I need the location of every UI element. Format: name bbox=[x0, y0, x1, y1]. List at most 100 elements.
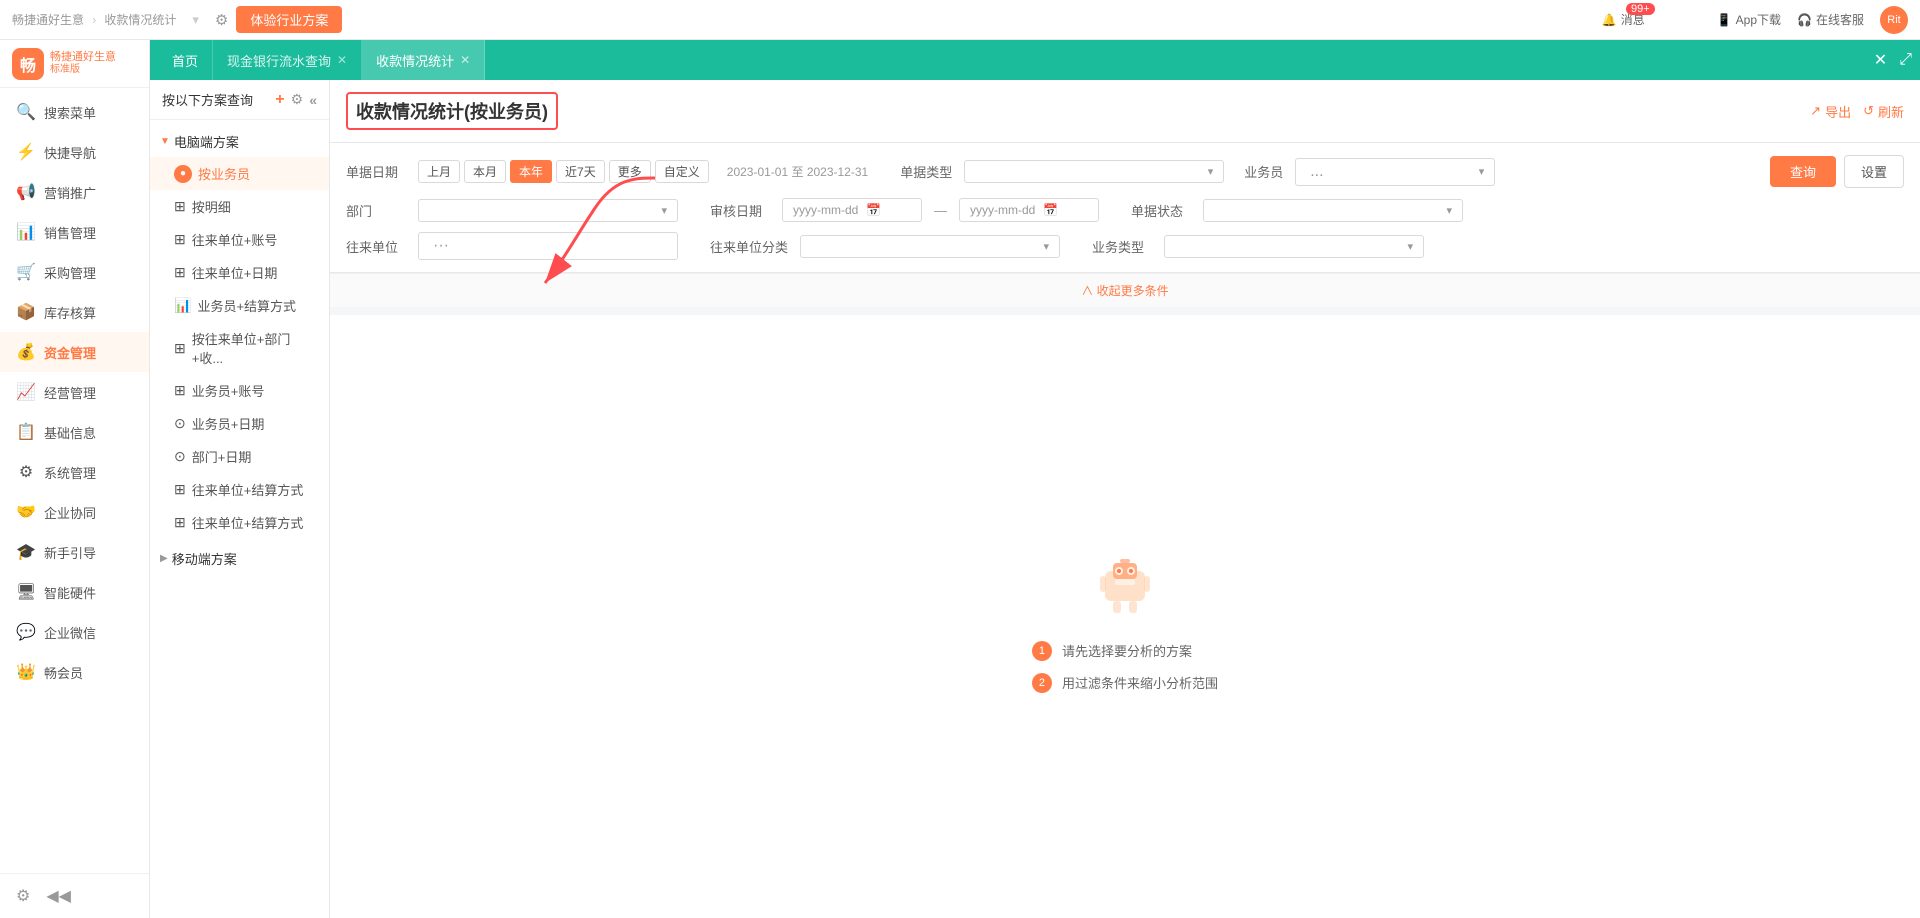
sidebar-logo: 畅 畅捷通好生意 标准版 bbox=[0, 40, 149, 88]
filter-row-3: 往来单位 ··· 往来单位分类 ▾ 业务类型 ▾ bbox=[346, 232, 1904, 260]
app-download[interactable]: 📱 App下载 bbox=[1717, 11, 1781, 28]
related-unit-label: 往来单位 bbox=[346, 237, 406, 256]
date-btn-more[interactable]: 更多 bbox=[609, 160, 651, 183]
scheme-collapse-btn[interactable]: « bbox=[309, 92, 317, 108]
tab-expand-icon[interactable]: ⤢ bbox=[1899, 51, 1912, 69]
breadcrumb-arrow[interactable]: ▾ bbox=[192, 12, 199, 28]
sidebar-item-wechat[interactable]: 💬 企业微信 bbox=[0, 612, 149, 652]
sidebar-item-purchase[interactable]: 🛒 采购管理 bbox=[0, 252, 149, 292]
date-btn-this-year[interactable]: 本年 bbox=[510, 160, 552, 183]
review-date-start-input[interactable]: yyyy-mm-dd 📅 bbox=[782, 198, 922, 222]
sidebar-item-system[interactable]: ⚙ 系统管理 bbox=[0, 452, 149, 492]
tree-item-unit-dept-income[interactable]: ⊞ 按往来单位+部门+收... bbox=[150, 322, 329, 374]
notification-area[interactable]: 🔔 消息 99+ bbox=[1602, 11, 1645, 28]
header-gear-icon[interactable]: ⚙ bbox=[215, 11, 228, 29]
query-button[interactable]: 查询 bbox=[1770, 156, 1836, 187]
trial-button[interactable]: 体验行业方案 bbox=[236, 6, 342, 33]
sales-icon: 📊 bbox=[16, 222, 36, 242]
page-title: 收款情况统计(按业务员) bbox=[356, 98, 548, 124]
doc-type-select[interactable]: ▾ bbox=[964, 160, 1224, 183]
salesman-dots[interactable]: ... bbox=[1306, 163, 1327, 181]
finance-icon: 💰 bbox=[16, 342, 36, 362]
page-main-wrapper: 收款情况统计(按业务员) ↗ 导出 ↺ 刷新 bbox=[330, 80, 1920, 918]
date-btn-last7[interactable]: 近7天 bbox=[556, 160, 605, 183]
sidebar-item-smart-hw[interactable]: 🖥 智能硬件 bbox=[0, 572, 149, 612]
tree-item-dept-date[interactable]: ⊙ 部门+日期 bbox=[150, 440, 329, 473]
collapse-more-btn[interactable]: ∧ 收起更多条件 bbox=[330, 273, 1920, 307]
sidebar-item-search[interactable]: 🔍 搜索菜单 bbox=[0, 92, 149, 132]
unit-category-chevron: ▾ bbox=[1043, 240, 1049, 253]
tree-item-by-detail[interactable]: ⊞ 按明细 bbox=[150, 190, 329, 223]
quick-nav-icon: ⚡ bbox=[16, 142, 36, 162]
dept-date-icon: ⊙ bbox=[174, 448, 186, 465]
sidebar-item-marketing[interactable]: 📢 营销推广 bbox=[0, 172, 149, 212]
sidebar-item-sales[interactable]: 📊 销售管理 bbox=[0, 212, 149, 252]
business-type-select[interactable]: ▾ bbox=[1164, 235, 1424, 258]
tree-item-supplier-account[interactable]: ⊞ 往来单位+账号 bbox=[150, 223, 329, 256]
collapse-label: ∧ 收起更多条件 bbox=[1081, 284, 1168, 298]
scheme-settings-btn[interactable]: ⚙ bbox=[291, 91, 304, 108]
tab-receipts-close[interactable]: ✕ bbox=[460, 53, 470, 67]
scheme-tree: ▼ 电脑端方案 ● 按业务员 ⊞ 按明细 ⊞ 往来单位+账号 bbox=[150, 120, 329, 580]
step-num-1: 1 bbox=[1032, 641, 1052, 661]
sidebar-item-operations[interactable]: 📈 经营管理 bbox=[0, 372, 149, 412]
sidebar-collapse-icon[interactable]: ◀◀ bbox=[46, 886, 71, 906]
tree-item-unit-settlement2[interactable]: ⊞ 往来单位+结算方式 bbox=[150, 506, 329, 539]
tree-item-supplier-date[interactable]: ⊞ 往来单位+日期 bbox=[150, 256, 329, 289]
doc-status-select[interactable]: ▾ bbox=[1203, 199, 1463, 222]
tree-item-salesman-settlement[interactable]: 📊 业务员+结算方式 bbox=[150, 289, 329, 322]
sidebar-label-wechat: 企业微信 bbox=[44, 623, 96, 642]
scheme-add-btn[interactable]: + bbox=[275, 91, 284, 109]
salesman-label: 业务员 bbox=[1244, 165, 1283, 180]
sidebar-label-smarthw: 智能硬件 bbox=[44, 583, 96, 602]
settings-button[interactable]: 设置 bbox=[1844, 155, 1904, 188]
tree-item-unit-settlement1[interactable]: ⊞ 往来单位+结算方式 bbox=[150, 473, 329, 506]
unit-category-label: 往来单位分类 bbox=[710, 237, 788, 256]
tree-group-mobile[interactable]: ▶ 移动端方案 bbox=[150, 543, 329, 574]
doc-type-label: 单据类型 bbox=[900, 165, 952, 180]
user-avatar[interactable]: Rit bbox=[1880, 6, 1908, 34]
tab-home[interactable]: 首页 bbox=[158, 40, 213, 80]
tab-close-all-icon[interactable]: ✕ bbox=[1874, 50, 1887, 70]
vip-icon: 👑 bbox=[16, 662, 36, 682]
unit-category-select[interactable]: ▾ bbox=[800, 235, 1060, 258]
date-btn-last-month[interactable]: 上月 bbox=[418, 160, 460, 183]
related-unit-select[interactable]: ··· bbox=[418, 232, 678, 260]
step-1-text: 请先选择要分析的方案 bbox=[1062, 641, 1192, 660]
sidebar-item-newbie[interactable]: 🎓 新手引导 bbox=[0, 532, 149, 572]
sidebar-item-enterprise[interactable]: 🤝 企业协同 bbox=[0, 492, 149, 532]
tab-receipts[interactable]: 收款情况统计 ✕ bbox=[362, 40, 485, 80]
breadcrumb-current: 收款情况统计 bbox=[104, 11, 176, 28]
sidebar-label-enterprise: 企业协同 bbox=[44, 503, 96, 522]
export-button[interactable]: ↗ 导出 bbox=[1810, 102, 1851, 121]
tab-bank-flow[interactable]: 现金银行流水查询 ✕ bbox=[213, 40, 362, 80]
system-icon: ⚙ bbox=[16, 462, 36, 482]
tree-item-by-salesman[interactable]: ● 按业务员 bbox=[150, 157, 329, 190]
sidebar-item-inventory[interactable]: 📦 库存核算 bbox=[0, 292, 149, 332]
related-unit-dots[interactable]: ··· bbox=[429, 237, 453, 255]
sidebar-item-finance[interactable]: 💰 资金管理 bbox=[0, 332, 149, 372]
page-title-wrapper: 收款情况统计(按业务员) ↗ 导出 ↺ 刷新 bbox=[330, 80, 1920, 143]
tree-item-salesman-account[interactable]: ⊞ 业务员+账号 bbox=[150, 374, 329, 407]
tree-arrow-pc: ▼ bbox=[160, 136, 170, 147]
header-left: 畅捷通好生意 › 收款情况统计 ▾ ⚙ 体验行业方案 bbox=[12, 6, 1602, 33]
date-btn-this-month[interactable]: 本月 bbox=[464, 160, 506, 183]
online-support[interactable]: 🎧 在线客服 bbox=[1797, 11, 1864, 28]
tree-item-salesman-date[interactable]: ⊙ 业务员+日期 bbox=[150, 407, 329, 440]
tab-bank-flow-close[interactable]: ✕ bbox=[337, 53, 347, 67]
dept-select[interactable]: ▾ bbox=[418, 199, 678, 222]
logo-icon: 畅 bbox=[12, 48, 44, 80]
sidebar-item-quick-nav[interactable]: ⚡ 快捷导航 bbox=[0, 132, 149, 172]
unit-settlement2-icon: ⊞ bbox=[174, 514, 186, 531]
step-2-text: 用过滤条件来缩小分析范围 bbox=[1062, 673, 1218, 692]
sidebar-settings-icon[interactable]: ⚙ bbox=[16, 886, 30, 906]
review-date-end-input[interactable]: yyyy-mm-dd 📅 bbox=[959, 198, 1099, 222]
tab-bar: 首页 现金银行流水查询 ✕ 收款情况统计 ✕ ✕ ⤢ bbox=[150, 40, 1920, 80]
refresh-button[interactable]: ↺ 刷新 bbox=[1863, 102, 1904, 121]
newbie-icon: 🎓 bbox=[16, 542, 36, 562]
salesman-select[interactable]: ... ▾ bbox=[1295, 158, 1495, 186]
date-btn-custom[interactable]: 自定义 bbox=[655, 160, 709, 183]
sidebar-item-vip[interactable]: 👑 畅会员 bbox=[0, 652, 149, 692]
sidebar-item-basic-info[interactable]: 📋 基础信息 bbox=[0, 412, 149, 452]
tree-group-pc[interactable]: ▼ 电脑端方案 bbox=[150, 126, 329, 157]
